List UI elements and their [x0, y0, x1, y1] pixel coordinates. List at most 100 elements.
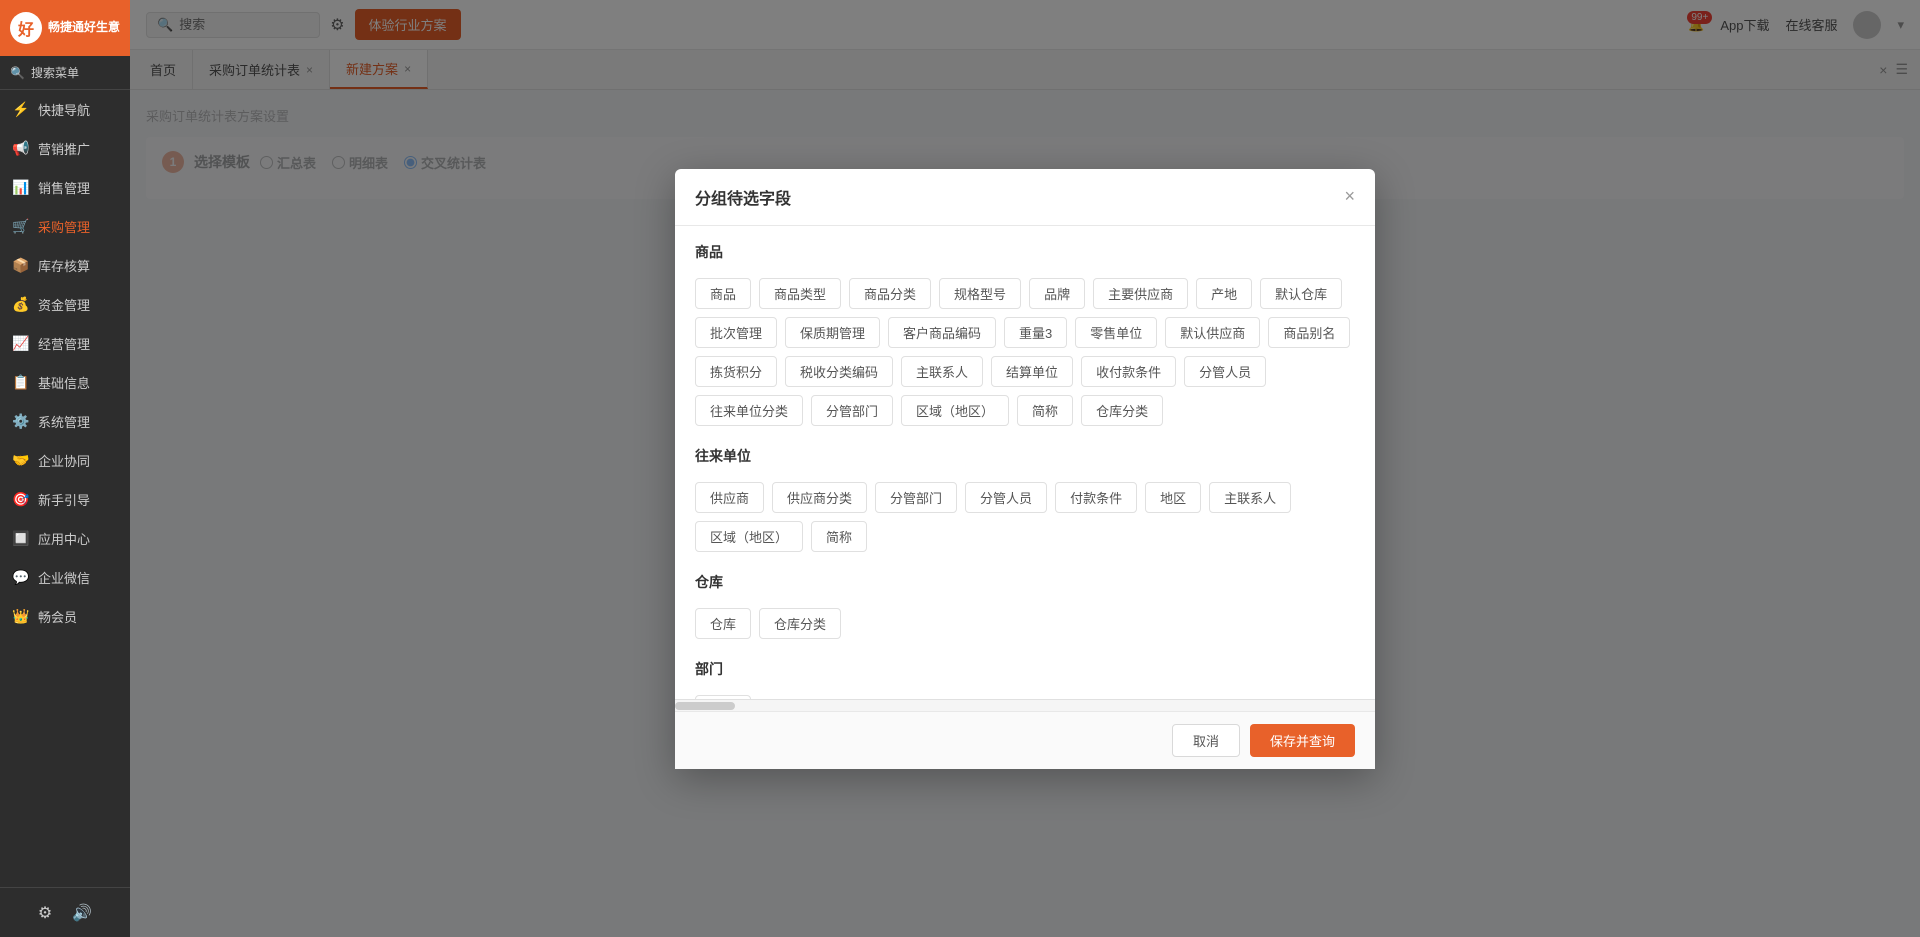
section-goods-title: 商品 [695, 242, 1355, 268]
modal-body: 商品 商品 商品类型 商品分类 规格型号 品牌 主要供应商 产地 默认仓库 批次… [675, 226, 1375, 699]
bottom-toolbar: ⚙ 🔊 [0, 887, 130, 937]
sidebar-item-label: 新手引导 [38, 490, 90, 509]
settings-bottom-icon[interactable]: ⚙ [38, 903, 52, 923]
section-partner: 往来单位 供应商 供应商分类 分管部门 分管人员 付款条件 地区 主联系人 区域… [695, 446, 1355, 552]
field-default-supplier[interactable]: 默认供应商 [1165, 317, 1260, 348]
sidebar-item-appcenter[interactable]: 🔲 应用中心 [0, 519, 130, 558]
field-warehouse[interactable]: 仓库 [695, 608, 751, 639]
wechat-icon: 💬 [12, 569, 30, 587]
sidebar-item-sales[interactable]: 📊 销售管理 [0, 168, 130, 207]
sidebar-item-enterprise[interactable]: 🤝 企业协同 [0, 441, 130, 480]
field-weight3[interactable]: 重量3 [1004, 317, 1067, 348]
sidebar-item-member[interactable]: 👑 畅会员 [0, 597, 130, 636]
section-warehouse: 仓库 仓库 仓库分类 [695, 572, 1355, 639]
modal-overlay: 分组待选字段 × 商品 商品 商品类型 商品分类 规格型号 品牌 主要供应商 产… [130, 0, 1920, 937]
field-goods-type[interactable]: 商品类型 [759, 278, 841, 309]
sidebar-item-newbie[interactable]: 🎯 新手引导 [0, 480, 130, 519]
section-department-title: 部门 [695, 659, 1355, 685]
field-dept-manage[interactable]: 分管部门 [875, 482, 957, 513]
section-goods: 商品 商品 商品类型 商品分类 规格型号 品牌 主要供应商 产地 默认仓库 批次… [695, 242, 1355, 426]
section-warehouse-title: 仓库 [695, 572, 1355, 598]
field-customer-code[interactable]: 客户商品编码 [888, 317, 996, 348]
field-default-warehouse[interactable]: 默认仓库 [1260, 278, 1342, 309]
field-supplier[interactable]: 供应商 [695, 482, 764, 513]
field-spec-model[interactable]: 规格型号 [939, 278, 1021, 309]
field-payment-terms[interactable]: 收付款条件 [1081, 356, 1176, 387]
field-tax-code[interactable]: 税收分类编码 [785, 356, 893, 387]
system-icon: ⚙️ [12, 413, 30, 431]
field-abbr[interactable]: 简称 [1017, 395, 1073, 426]
sidebar-item-label: 库存核算 [38, 256, 90, 275]
modal-hscroll-thumb[interactable] [675, 702, 735, 710]
sidebar-item-label: 基础信息 [38, 373, 90, 392]
quicknav-icon: ⚡ [12, 101, 30, 119]
field-retail-unit[interactable]: 零售单位 [1075, 317, 1157, 348]
modal-horizontal-scrollbar[interactable] [675, 699, 1375, 711]
sidebar-search[interactable]: 🔍 搜索菜单 [0, 56, 130, 90]
field-select-modal: 分组待选字段 × 商品 商品 商品类型 商品分类 规格型号 品牌 主要供应商 产… [675, 169, 1375, 769]
sidebar-item-label: 企业协同 [38, 451, 90, 470]
field-goods-alias[interactable]: 商品别名 [1268, 317, 1350, 348]
sidebar-item-purchase[interactable]: 🛒 采购管理 [0, 207, 130, 246]
field-abbr-partner[interactable]: 简称 [811, 521, 867, 552]
sidebar: 好 畅捷通好生意 🔍 搜索菜单 ⚡ 快捷导航 📢 营销推广 📊 销售管理 🛒 采… [0, 0, 130, 937]
purchase-icon: 🛒 [12, 218, 30, 236]
confirm-button[interactable]: 保存并查询 [1250, 724, 1355, 757]
finance-icon: 💰 [12, 296, 30, 314]
field-goods[interactable]: 商品 [695, 278, 751, 309]
sidebar-item-operation[interactable]: 📈 经营管理 [0, 324, 130, 363]
field-settlement-unit[interactable]: 结算单位 [991, 356, 1073, 387]
field-origin[interactable]: 产地 [1196, 278, 1252, 309]
newbie-icon: 🎯 [12, 491, 30, 509]
modal-title: 分组待选字段 [695, 185, 791, 209]
volume-bottom-icon[interactable]: 🔊 [72, 903, 92, 923]
cancel-button[interactable]: 取消 [1172, 724, 1240, 757]
sidebar-logo: 好 畅捷通好生意 [0, 0, 130, 56]
field-main-contact[interactable]: 主联系人 [901, 356, 983, 387]
sidebar-search-label: 搜索菜单 [31, 64, 79, 81]
sidebar-item-finance[interactable]: 💰 资金管理 [0, 285, 130, 324]
sidebar-item-label: 应用中心 [38, 529, 90, 548]
section-department: 部门 部门 [695, 659, 1355, 699]
sidebar-item-label: 系统管理 [38, 412, 90, 431]
field-manager[interactable]: 分管人员 [1184, 356, 1266, 387]
sidebar-item-label: 快捷导航 [38, 100, 90, 119]
field-main-contact-partner[interactable]: 主联系人 [1209, 482, 1291, 513]
field-pick-score[interactable]: 拣货积分 [695, 356, 777, 387]
field-dept-person[interactable]: 分管人员 [965, 482, 1047, 513]
field-payment-cond[interactable]: 付款条件 [1055, 482, 1137, 513]
field-brand[interactable]: 品牌 [1029, 278, 1085, 309]
sidebar-item-label: 企业微信 [38, 568, 90, 587]
sidebar-item-marketing[interactable]: 📢 营销推广 [0, 129, 130, 168]
field-warehouse-cat[interactable]: 仓库分类 [759, 608, 841, 639]
field-warehouse-category[interactable]: 仓库分类 [1081, 395, 1163, 426]
operation-icon: 📈 [12, 335, 30, 353]
field-expiry-mgmt[interactable]: 保质期管理 [785, 317, 880, 348]
marketing-icon: 📢 [12, 140, 30, 158]
sidebar-item-basic[interactable]: 📋 基础信息 [0, 363, 130, 402]
field-batch-mgmt[interactable]: 批次管理 [695, 317, 777, 348]
modal-close-button[interactable]: × [1344, 186, 1355, 207]
partner-field-grid: 供应商 供应商分类 分管部门 分管人员 付款条件 地区 主联系人 区域（地区） … [695, 482, 1355, 552]
field-goods-category[interactable]: 商品分类 [849, 278, 931, 309]
warehouse-field-grid: 仓库 仓库分类 [695, 608, 1355, 639]
goods-field-grid: 商品 商品类型 商品分类 规格型号 品牌 主要供应商 产地 默认仓库 批次管理 … [695, 278, 1355, 426]
sidebar-item-quicknav[interactable]: ⚡ 快捷导航 [0, 90, 130, 129]
field-manage-dept[interactable]: 分管部门 [811, 395, 893, 426]
sidebar-item-wechat[interactable]: 💬 企业微信 [0, 558, 130, 597]
field-supplier-category[interactable]: 供应商分类 [772, 482, 867, 513]
field-partner-category[interactable]: 往来单位分类 [695, 395, 803, 426]
logo-icon: 好 [10, 12, 42, 44]
sidebar-item-system[interactable]: ⚙️ 系统管理 [0, 402, 130, 441]
sidebar-item-label: 畅会员 [38, 607, 77, 626]
field-region[interactable]: 区域（地区） [901, 395, 1009, 426]
field-area[interactable]: 地区 [1145, 482, 1201, 513]
modal-header: 分组待选字段 × [675, 169, 1375, 226]
sidebar-item-label: 销售管理 [38, 178, 90, 197]
field-main-supplier[interactable]: 主要供应商 [1093, 278, 1188, 309]
appcenter-icon: 🔲 [12, 530, 30, 548]
sidebar-item-inventory[interactable]: 📦 库存核算 [0, 246, 130, 285]
inventory-icon: 📦 [12, 257, 30, 275]
field-region-partner[interactable]: 区域（地区） [695, 521, 803, 552]
member-icon: 👑 [12, 608, 30, 626]
